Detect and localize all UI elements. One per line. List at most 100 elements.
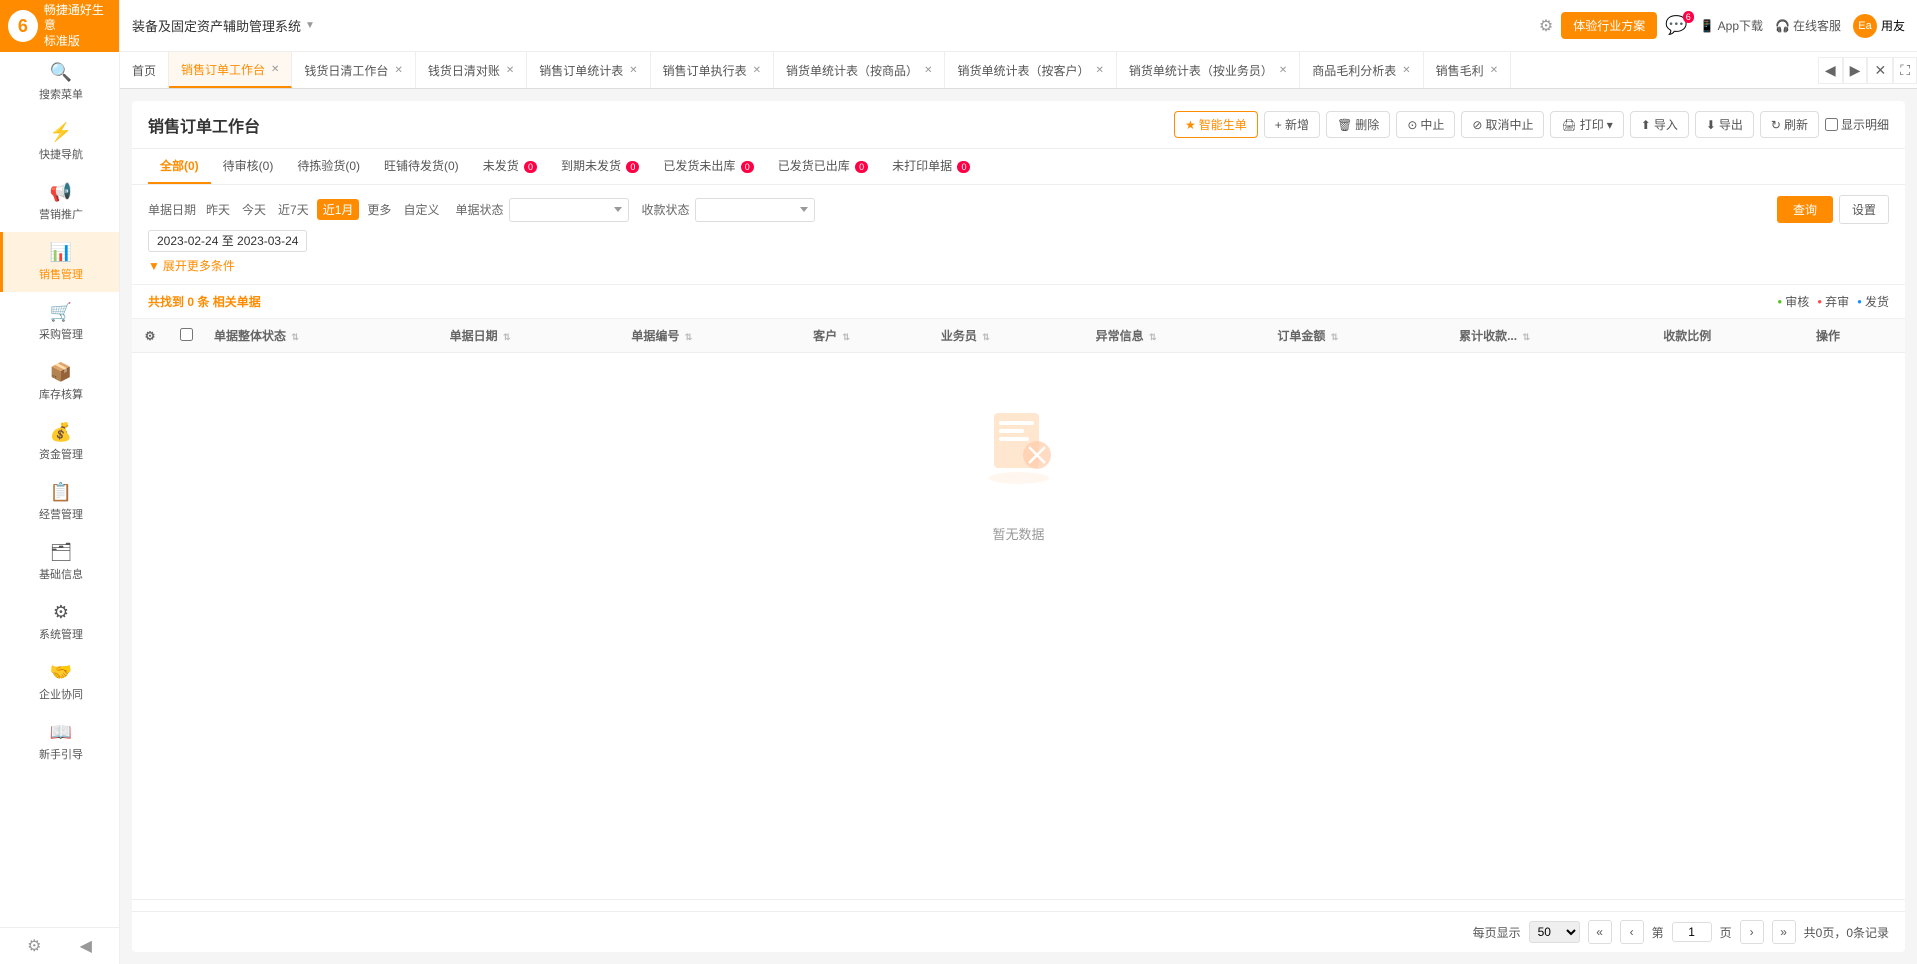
tab-sales-stats-customer[interactable]: 销货单统计表（按客户） ✕	[945, 52, 1116, 88]
sort-icon[interactable]: ⇅	[842, 332, 850, 342]
sub-tab-pending-check[interactable]: 待拣验货(0)	[285, 149, 372, 184]
sub-tabs: 全部(0) 待审核(0) 待拣验货(0) 旺铺待发货(0) 未发货 0 到期未发…	[132, 149, 1905, 185]
import-btn[interactable]: ⬆ 导入	[1630, 111, 1689, 138]
last-page-btn[interactable]: »	[1772, 920, 1796, 944]
sub-tab-all[interactable]: 全部(0)	[148, 149, 211, 184]
tab-sales-order-workbench[interactable]: 销售订单工作台 ✕	[169, 52, 292, 88]
tab-sales-stats-product[interactable]: 销货单统计表（按商品） ✕	[774, 52, 945, 88]
app-download-link[interactable]: 📱 App下载	[1700, 17, 1763, 34]
search-btn[interactable]: 查询	[1777, 196, 1833, 223]
sub-tab-shipped-not-in[interactable]: 已发货未出库 0	[651, 149, 765, 184]
tabs-maximize-icon[interactable]: ⛶	[1893, 57, 1917, 84]
sidebar-item-search[interactable]: 🔍 搜索菜单	[0, 52, 119, 112]
show-detail-checkbox[interactable]	[1825, 118, 1838, 131]
sub-tab-overdue[interactable]: 到期未发货 0	[549, 149, 651, 184]
collapse-icon[interactable]: ◀	[80, 936, 92, 956]
next-page-btn[interactable]: ›	[1740, 920, 1764, 944]
audit-btn[interactable]: 审核	[1777, 293, 1809, 310]
sidebar-item-cooperation[interactable]: 🤝 企业协同	[0, 652, 119, 712]
print-icon: 🖨	[1561, 118, 1576, 132]
delete-btn[interactable]: 🗑 删除	[1326, 111, 1390, 138]
user-menu[interactable]: Ea 用友	[1853, 14, 1905, 38]
sub-tab-shipped-out[interactable]: 已发货已出库 0	[766, 149, 880, 184]
page-size-select[interactable]: 50 20 100	[1529, 921, 1580, 943]
first-page-btn[interactable]: «	[1588, 920, 1612, 944]
date-yesterday[interactable]: 昨天	[202, 199, 234, 220]
close-tab-icon[interactable]: ✕	[924, 65, 932, 76]
sort-icon[interactable]: ⇅	[1149, 332, 1157, 342]
tab-sales-stats-staff[interactable]: 销货单统计表（按业务员） ✕	[1117, 52, 1300, 88]
page-input[interactable]	[1672, 922, 1712, 942]
close-tab-icon[interactable]: ✕	[753, 65, 761, 76]
close-tab-icon[interactable]: ✕	[629, 65, 637, 76]
close-tab-icon[interactable]: ✕	[506, 65, 514, 76]
deaudit-btn[interactable]: 弃审	[1817, 293, 1849, 310]
tabs-next-icon[interactable]: ▶	[1843, 57, 1868, 84]
sidebar-item-inventory[interactable]: 📦 库存核算	[0, 352, 119, 412]
cancel-stop-btn[interactable]: ⊘ 取消中止	[1461, 111, 1544, 138]
sidebar-item-system[interactable]: ⚙ 系统管理	[0, 592, 119, 652]
tab-cash-reconcile[interactable]: 钱货日清对账 ✕	[416, 52, 527, 88]
industry-btn[interactable]: 体验行业方案	[1561, 12, 1657, 39]
tab-home[interactable]: 首页	[120, 52, 169, 88]
show-detail-label[interactable]: 显示明细	[1825, 116, 1889, 133]
sub-tab-pending-audit[interactable]: 待审核(0)	[211, 149, 286, 184]
close-tab-icon[interactable]: ✕	[271, 64, 279, 75]
date-custom[interactable]: 自定义	[399, 199, 443, 220]
add-btn[interactable]: + 新增	[1264, 111, 1320, 138]
sort-icon[interactable]: ⇅	[982, 332, 990, 342]
sidebar-item-purchase[interactable]: 🛒 采购管理	[0, 292, 119, 352]
date-range-input[interactable]: 2023-02-24 至 2023-03-24	[148, 230, 307, 252]
sort-icon[interactable]: ⇅	[503, 332, 511, 342]
online-service-link[interactable]: 🎧 在线客服	[1775, 17, 1841, 34]
close-tab-icon[interactable]: ✕	[1402, 65, 1410, 76]
sidebar-item-sales[interactable]: 📊 销售管理	[0, 232, 119, 292]
summary-row: 共找到 0 条 相关单据 审核 弃审 发货	[132, 285, 1905, 319]
tab-sales-order-stats[interactable]: 销售订单统计表 ✕	[527, 52, 650, 88]
refresh-btn[interactable]: ↻ 刷新	[1760, 111, 1819, 138]
ship-btn[interactable]: 发货	[1857, 293, 1889, 310]
sidebar-item-basic-info[interactable]: 🗂 基础信息	[0, 532, 119, 592]
settings-icon[interactable]: ⚙	[145, 329, 156, 343]
export-btn[interactable]: ⬇ 导出	[1695, 111, 1754, 138]
close-tab-icon[interactable]: ✕	[1490, 65, 1498, 76]
status-select[interactable]	[509, 198, 629, 222]
tab-sales-order-exec[interactable]: 销售订单执行表 ✕	[651, 52, 774, 88]
sub-tab-not-shipped[interactable]: 未发货 0	[471, 149, 549, 184]
expand-filter-btn[interactable]: ▼ 展开更多条件	[148, 257, 1889, 274]
close-tab-icon[interactable]: ✕	[1095, 65, 1103, 76]
close-tab-icon[interactable]: ✕	[394, 65, 402, 76]
date-1month[interactable]: 近1月	[317, 199, 360, 220]
print-btn[interactable]: 🖨 打印 ▾	[1550, 111, 1623, 138]
date-today[interactable]: 今天	[238, 199, 270, 220]
sort-icon[interactable]: ⇅	[1331, 332, 1339, 342]
sidebar-item-marketing[interactable]: 📢 营销推广	[0, 172, 119, 232]
payment-select[interactable]	[695, 198, 815, 222]
sidebar-item-finance[interactable]: 💰 资金管理	[0, 412, 119, 472]
sidebar-item-operations[interactable]: 📋 经营管理	[0, 472, 119, 532]
sub-tab-not-printed[interactable]: 未打印单据 0	[880, 149, 982, 184]
settings-icon[interactable]: ⚙	[27, 936, 41, 956]
sidebar-item-guide[interactable]: 📖 新手引导	[0, 712, 119, 772]
date-more[interactable]: 更多	[363, 199, 395, 220]
sub-tab-wangpu-pending[interactable]: 旺铺待发货(0)	[372, 149, 471, 184]
close-tab-icon[interactable]: ✕	[1279, 65, 1287, 76]
horizontal-scrollbar[interactable]	[132, 899, 1905, 911]
setting-btn[interactable]: 设置	[1839, 195, 1889, 224]
smart-create-btn[interactable]: ★ 智能生单	[1174, 111, 1258, 138]
sort-icon[interactable]: ⇅	[291, 332, 299, 342]
tab-product-margin[interactable]: 商品毛利分析表 ✕	[1300, 52, 1423, 88]
gear-icon[interactable]: ⚙	[1539, 16, 1553, 36]
prev-page-btn[interactable]: ‹	[1620, 920, 1644, 944]
message-icon[interactable]: 💬 6	[1665, 15, 1687, 36]
date-7days[interactable]: 近7天	[274, 199, 313, 220]
tabs-prev-icon[interactable]: ◀	[1818, 57, 1843, 84]
sidebar-item-quick-nav[interactable]: ⚡ 快捷导航	[0, 112, 119, 172]
select-all-checkbox[interactable]	[180, 328, 193, 341]
tab-sales-profit[interactable]: 销售毛利 ✕	[1424, 52, 1511, 88]
tab-cash-daily[interactable]: 钱货日清工作台 ✕	[292, 52, 415, 88]
stop-btn[interactable]: ⊙ 中止	[1396, 111, 1455, 138]
sort-icon[interactable]: ⇅	[1522, 332, 1530, 342]
tabs-close-all-icon[interactable]: ✕	[1867, 57, 1893, 84]
sort-icon[interactable]: ⇅	[685, 332, 693, 342]
